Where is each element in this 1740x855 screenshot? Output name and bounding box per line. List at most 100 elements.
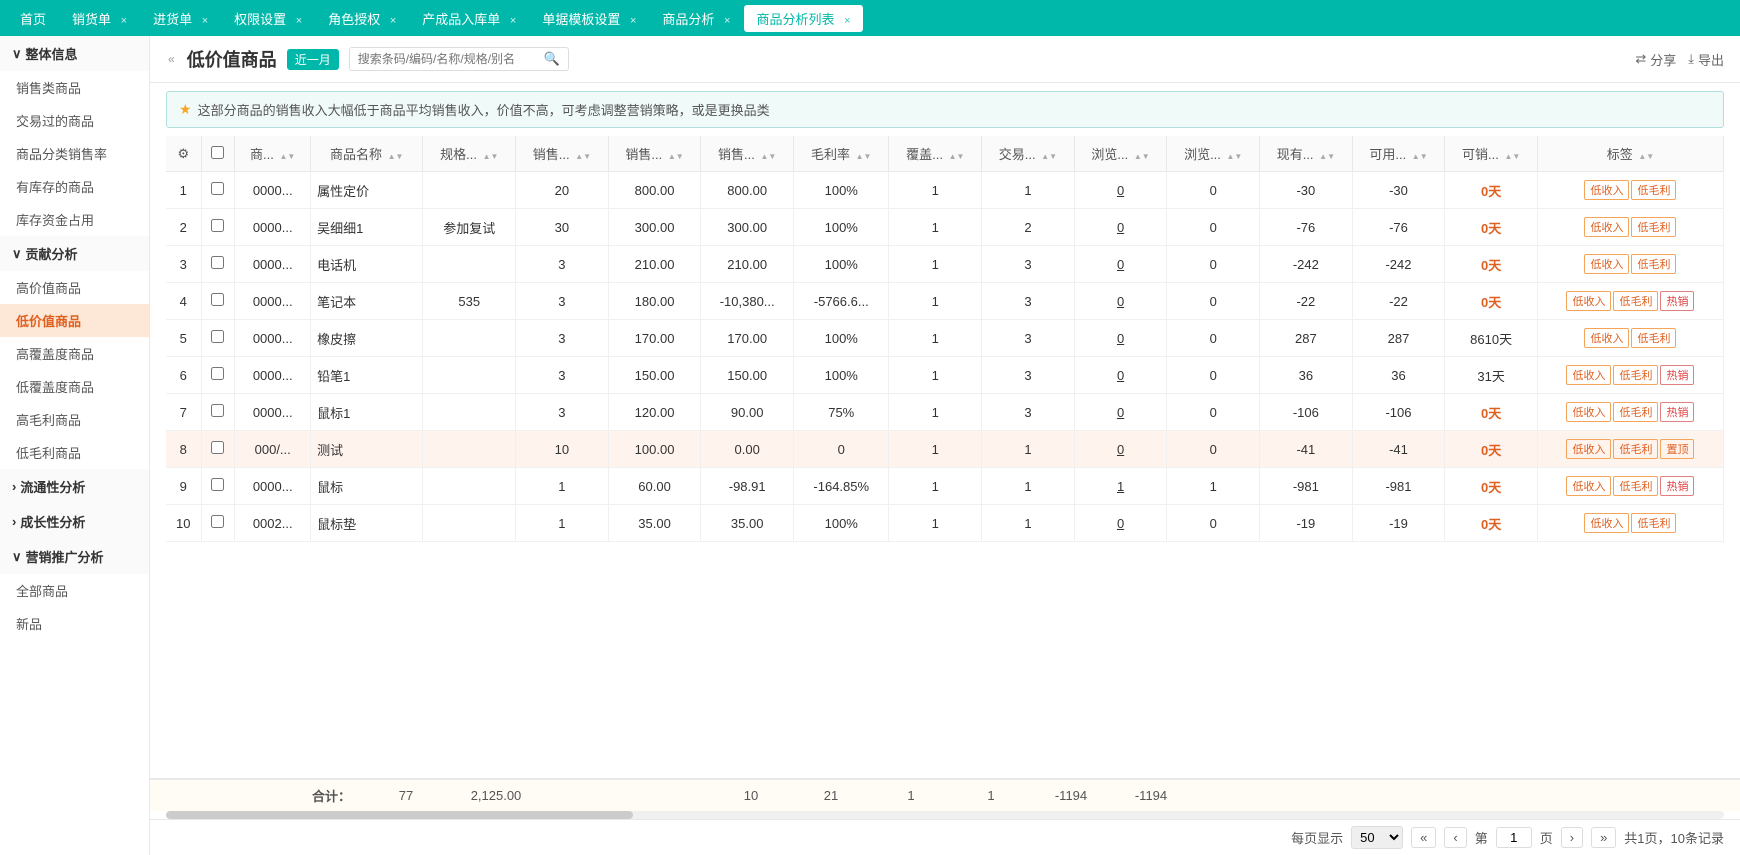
col-coverage[interactable]: 覆盖... ▲▼ xyxy=(889,136,982,172)
col-margin[interactable]: 毛利率 ▲▼ xyxy=(794,136,889,172)
cell-checkbox[interactable] xyxy=(201,209,235,246)
cell-name[interactable]: 鼠标垫 xyxy=(311,505,423,542)
sidebar-item-category-rate[interactable]: 商品分类销售率 xyxy=(0,137,149,170)
scrollbar-thumb[interactable] xyxy=(166,811,633,819)
cell-checkbox[interactable] xyxy=(201,505,235,542)
sidebar-group-marketing[interactable]: ∨ 营销推广分析 xyxy=(0,539,149,574)
cell-name[interactable]: 属性定价 xyxy=(311,172,423,209)
cell-browse1[interactable]: 0 xyxy=(1074,357,1167,394)
horizontal-scrollbar[interactable] xyxy=(166,811,1724,819)
row-checkbox[interactable] xyxy=(211,515,224,528)
nav-purchase[interactable]: 进货单 × xyxy=(141,5,220,32)
nav-permissions-close[interactable]: × xyxy=(296,15,302,27)
browse1-link[interactable]: 0 xyxy=(1117,442,1124,457)
cell-checkbox[interactable] xyxy=(201,246,235,283)
cell-checkbox[interactable] xyxy=(201,431,235,468)
cell-checkbox[interactable] xyxy=(201,283,235,320)
row-checkbox[interactable] xyxy=(211,182,224,195)
col-code[interactable]: 商... ▲▼ xyxy=(235,136,311,172)
row-checkbox[interactable] xyxy=(211,330,224,343)
nav-sales[interactable]: 销货单 × xyxy=(60,5,139,32)
browse1-link[interactable]: 0 xyxy=(1117,220,1124,235)
cell-checkbox[interactable] xyxy=(201,320,235,357)
select-all-checkbox[interactable] xyxy=(211,146,224,159)
cell-name[interactable]: 测试 xyxy=(311,431,423,468)
sidebar-group-flow[interactable]: › 流通性分析 xyxy=(0,469,149,504)
cell-browse1[interactable]: 0 xyxy=(1074,283,1167,320)
col-settings[interactable]: ⚙ xyxy=(166,136,201,172)
col-sales-price[interactable]: 销售... ▲▼ xyxy=(608,136,701,172)
sidebar-item-all-products[interactable]: 全部商品 xyxy=(0,574,149,607)
cell-browse1[interactable]: 1 xyxy=(1074,468,1167,505)
col-spec[interactable]: 规格... ▲▼ xyxy=(423,136,516,172)
browse1-link[interactable]: 0 xyxy=(1117,516,1124,531)
sidebar-group-general[interactable]: ∨ 整体信息 xyxy=(0,36,149,71)
sidebar-item-high-value[interactable]: 高价值商品 xyxy=(0,271,149,304)
cell-browse1[interactable]: 0 xyxy=(1074,246,1167,283)
share-button[interactable]: ⇄ 分享 xyxy=(1635,50,1676,69)
cell-browse1[interactable]: 0 xyxy=(1074,172,1167,209)
cell-browse1[interactable]: 0 xyxy=(1074,320,1167,357)
col-available[interactable]: 可用... ▲▼ xyxy=(1352,136,1445,172)
browse1-link[interactable]: 0 xyxy=(1117,294,1124,309)
cell-name[interactable]: 电话机 xyxy=(311,246,423,283)
sidebar-group-contribution[interactable]: ∨ 贡献分析 xyxy=(0,236,149,271)
row-checkbox[interactable] xyxy=(211,293,224,306)
sidebar-item-low-coverage[interactable]: 低覆盖度商品 xyxy=(0,370,149,403)
sidebar-item-low-margin[interactable]: 低毛利商品 xyxy=(0,436,149,469)
row-checkbox[interactable] xyxy=(211,478,224,491)
sidebar-item-new-products[interactable]: 新品 xyxy=(0,607,149,640)
page-number-input[interactable] xyxy=(1496,827,1532,848)
row-checkbox[interactable] xyxy=(211,367,224,380)
cell-name[interactable]: 鼠标 xyxy=(311,468,423,505)
cell-name[interactable]: 橡皮擦 xyxy=(311,320,423,357)
sidebar-item-high-margin[interactable]: 高毛利商品 xyxy=(0,403,149,436)
prev-page-btn[interactable]: ‹ xyxy=(1444,827,1466,848)
first-page-btn[interactable]: « xyxy=(1411,827,1436,848)
time-badge[interactable]: 近一月 xyxy=(287,49,339,70)
row-checkbox[interactable] xyxy=(211,404,224,417)
sidebar-item-stocked-products[interactable]: 有库存的商品 xyxy=(0,170,149,203)
cell-browse1[interactable]: 0 xyxy=(1074,505,1167,542)
sidebar-item-low-value[interactable]: 低价值商品 xyxy=(0,304,149,337)
col-checkbox[interactable] xyxy=(201,136,235,172)
nav-analysis-list-close[interactable]: × xyxy=(844,15,850,27)
browse1-link[interactable]: 0 xyxy=(1117,183,1124,198)
col-current-stock[interactable]: 现有... ▲▼ xyxy=(1260,136,1353,172)
next-page-btn[interactable]: › xyxy=(1561,827,1583,848)
export-button[interactable]: ⤓ 导出 xyxy=(1688,50,1724,69)
nav-analysis-close[interactable]: × xyxy=(724,15,730,27)
cell-name[interactable]: 笔记本 xyxy=(311,283,423,320)
nav-templates-close[interactable]: × xyxy=(630,15,636,27)
browse1-link[interactable]: 0 xyxy=(1117,405,1124,420)
nav-home[interactable]: 首页 xyxy=(8,5,58,32)
nav-products-close[interactable]: × xyxy=(510,15,516,27)
sidebar-item-inventory-funds[interactable]: 库存资金占用 xyxy=(0,203,149,236)
col-transaction[interactable]: 交易... ▲▼ xyxy=(982,136,1075,172)
col-browse2[interactable]: 浏览... ▲▼ xyxy=(1167,136,1260,172)
sidebar-item-high-coverage[interactable]: 高覆盖度商品 xyxy=(0,337,149,370)
row-checkbox[interactable] xyxy=(211,441,224,454)
search-icon[interactable]: 🔍 xyxy=(544,51,560,67)
cell-checkbox[interactable] xyxy=(201,357,235,394)
browse1-link[interactable]: 0 xyxy=(1117,368,1124,383)
browse1-link[interactable]: 1 xyxy=(1117,479,1124,494)
cell-name[interactable]: 鼠标1 xyxy=(311,394,423,431)
cell-name[interactable]: 吴细细1 xyxy=(311,209,423,246)
col-sales-qty[interactable]: 销售... ▲▼ xyxy=(516,136,609,172)
nav-permissions[interactable]: 权限设置 × xyxy=(222,5,314,32)
nav-analysis-list[interactable]: 商品分析列表 × xyxy=(744,5,862,32)
cell-name[interactable]: 铅笔1 xyxy=(311,357,423,394)
cell-checkbox[interactable] xyxy=(201,172,235,209)
cell-browse1[interactable]: 0 xyxy=(1074,209,1167,246)
sidebar-collapse-btn[interactable]: « xyxy=(166,50,177,68)
search-input[interactable] xyxy=(358,52,538,66)
per-page-select[interactable]: 50 100 200 xyxy=(1351,826,1403,849)
col-tags[interactable]: 标签 ▲▼ xyxy=(1537,136,1723,172)
nav-roles[interactable]: 角色授权 × xyxy=(316,5,408,32)
cell-checkbox[interactable] xyxy=(201,468,235,505)
col-sales-cost[interactable]: 销售... ▲▼ xyxy=(701,136,794,172)
col-browse1[interactable]: 浏览... ▲▼ xyxy=(1074,136,1167,172)
nav-sales-close[interactable]: × xyxy=(121,15,127,27)
row-checkbox[interactable] xyxy=(211,219,224,232)
